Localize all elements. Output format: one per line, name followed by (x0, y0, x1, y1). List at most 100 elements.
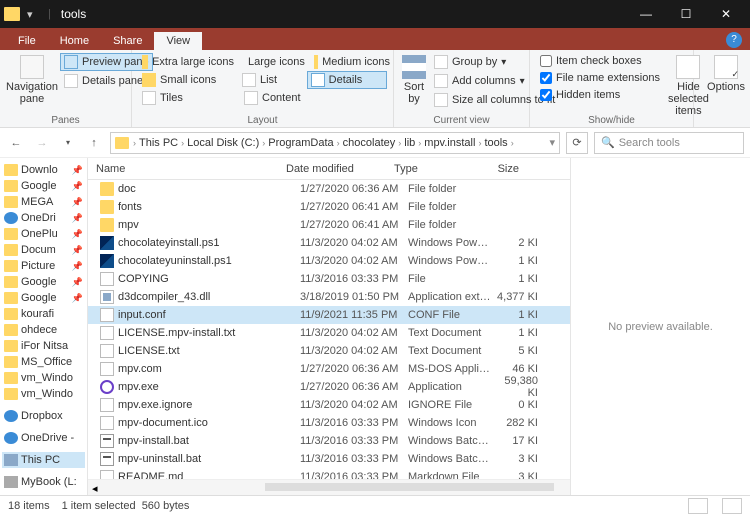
layout-tiles[interactable]: Tiles (138, 89, 238, 107)
file-row[interactable]: mpv-document.ico 11/3/2016 03:33 PM Wind… (88, 414, 570, 432)
layout-content[interactable]: Content (240, 89, 308, 107)
tree-node[interactable]: kourafi (2, 306, 85, 322)
maximize-button[interactable]: ☐ (666, 0, 706, 28)
file-row[interactable]: doc 1/27/2020 06:36 AM File folder (88, 180, 570, 198)
breadcrumb-segment[interactable]: Local Disk (C:)› (187, 137, 265, 149)
options-button[interactable]: ✓ Options (700, 53, 750, 95)
breadcrumb-segment[interactable]: This PC› (139, 137, 184, 149)
tree-node[interactable]: vm_Windo (2, 370, 85, 386)
tree-node[interactable]: OneDrive - (2, 430, 85, 446)
address-bar[interactable]: › This PC›Local Disk (C:)›ProgramData›ch… (110, 132, 560, 154)
file-row[interactable]: LICENSE.txt 11/3/2020 04:02 AM Text Docu… (88, 342, 570, 360)
file-row[interactable]: fonts 1/27/2020 06:41 AM File folder (88, 198, 570, 216)
hidden-items-toggle[interactable]: Hidden items (536, 87, 664, 103)
navigation-pane-button[interactable]: Navigation pane (6, 53, 58, 107)
tree-node[interactable]: MS_Office (2, 354, 85, 370)
file-row[interactable]: mpv-uninstall.bat 11/3/2016 03:33 PM Win… (88, 450, 570, 468)
up-button[interactable]: ↑ (84, 133, 104, 153)
tree-node[interactable]: Downlo📌 (2, 162, 85, 178)
search-input[interactable]: 🔍 Search tools (594, 132, 744, 154)
file-row[interactable]: mpv-install.bat 11/3/2016 03:33 PM Windo… (88, 432, 570, 450)
search-icon: 🔍 (601, 136, 615, 149)
file-row[interactable]: LICENSE.mpv-install.txt 11/3/2020 04:02 … (88, 324, 570, 342)
refresh-button[interactable]: ⟳ (566, 132, 588, 154)
tab-file[interactable]: File (6, 32, 48, 50)
tree-node[interactable]: OnePlu📌 (2, 226, 85, 242)
tree-node[interactable]: iFor Nitsa (2, 338, 85, 354)
breadcrumb-segment[interactable]: ProgramData› (268, 137, 339, 149)
address-dropdown[interactable]: ▾ (549, 136, 555, 149)
tree-node[interactable]: Google📌 (2, 178, 85, 194)
thumbnails-view-button[interactable] (722, 498, 742, 514)
file-type: File folder (400, 219, 492, 231)
pin-icon: 📌 (72, 245, 83, 256)
file-extensions-toggle[interactable]: File name extensions (536, 70, 664, 86)
ribbon-tabs: File Home Share View ? (0, 28, 750, 50)
breadcrumb-segment[interactable]: mpv.install› (424, 137, 481, 149)
qat-item[interactable]: ▾ (27, 8, 39, 20)
file-size: 1 KI (492, 327, 542, 339)
scroll-left-icon[interactable]: ◂ (92, 482, 102, 492)
col-name[interactable]: Name (88, 163, 278, 175)
file-row[interactable]: chocolateyinstall.ps1 11/3/2020 04:02 AM… (88, 234, 570, 252)
tab-home[interactable]: Home (48, 32, 101, 50)
file-row[interactable]: mpv 1/27/2020 06:41 AM File folder (88, 216, 570, 234)
file-type: File folder (400, 201, 492, 213)
file-date: 1/27/2020 06:36 AM (292, 363, 400, 375)
layout-details[interactable]: Details (307, 71, 387, 89)
tree-node[interactable]: Picture📌 (2, 258, 85, 274)
folder-icon (4, 340, 18, 352)
close-button[interactable]: ✕ (706, 0, 746, 28)
dropbox-icon (4, 410, 18, 422)
file-row[interactable]: COPYING 11/3/2016 03:33 PM File 1 KI (88, 270, 570, 288)
tab-share[interactable]: Share (101, 32, 154, 50)
tree-node[interactable]: Dropbox (2, 408, 85, 424)
layout-medium[interactable]: Medium icons (310, 53, 394, 71)
help-icon[interactable]: ? (726, 32, 742, 48)
tree-node[interactable]: Google📌 (2, 274, 85, 290)
file-row[interactable]: mpv.exe 1/27/2020 06:36 AM Application 5… (88, 378, 570, 396)
file-row[interactable]: chocolateyuninstall.ps1 11/3/2020 04:02 … (88, 252, 570, 270)
tree-node[interactable]: OneDri📌 (2, 210, 85, 226)
file-name: chocolateyuninstall.ps1 (118, 255, 292, 267)
file-size: 1 KI (492, 309, 542, 321)
details-view-button[interactable] (688, 498, 708, 514)
file-row[interactable]: README.md 11/3/2016 03:33 PM Markdown Fi… (88, 468, 570, 479)
minimize-button[interactable]: — (626, 0, 666, 28)
layout-extra-large[interactable]: Extra large icons (138, 53, 238, 71)
file-date: 11/3/2016 03:33 PM (292, 471, 400, 479)
tree-node[interactable]: Google📌 (2, 290, 85, 306)
col-date[interactable]: Date modified (278, 163, 386, 175)
tree-node[interactable]: ohdece (2, 322, 85, 338)
breadcrumb-segment[interactable]: chocolatey› (343, 137, 402, 149)
file-row[interactable]: mpv.exe.ignore 11/3/2020 04:02 AM IGNORE… (88, 396, 570, 414)
layout-list[interactable]: List (238, 71, 305, 89)
tab-view[interactable]: View (154, 32, 202, 50)
breadcrumb-segment[interactable]: tools› (484, 137, 513, 149)
layout-small[interactable]: Small icons (138, 71, 236, 89)
folder-icon (100, 218, 114, 232)
file-row[interactable]: d3dcompiler_43.dll 3/18/2019 01:50 PM Ap… (88, 288, 570, 306)
sort-by-button[interactable]: Sort by (400, 53, 428, 109)
back-button[interactable]: ← (6, 133, 26, 153)
col-type[interactable]: Type (386, 163, 478, 175)
tree-node[interactable]: MyBook (L: (2, 474, 85, 490)
breadcrumb-segment[interactable]: lib› (404, 137, 421, 149)
layout-large[interactable]: Large icons (240, 53, 308, 71)
file-row[interactable]: input.conf 11/9/2021 11:35 PM CONF File … (88, 306, 570, 324)
nav-tree[interactable]: Downlo📌Google📌MEGA📌OneDri📌OnePlu📌Docum📌P… (0, 158, 88, 495)
item-checkboxes-toggle[interactable]: Item check boxes (536, 53, 664, 69)
file-name: README.md (118, 471, 292, 479)
forward-button[interactable]: → (32, 133, 52, 153)
tree-node[interactable]: vm_Windo (2, 386, 85, 402)
file-type: IGNORE File (400, 399, 492, 411)
h-scrollbar[interactable]: ◂ (88, 479, 570, 495)
recent-dropdown[interactable]: ▾ (58, 133, 78, 153)
tree-node[interactable]: This PC (2, 452, 85, 468)
col-size[interactable]: Size (478, 163, 528, 175)
tree-node[interactable]: Docum📌 (2, 242, 85, 258)
file-date: 11/3/2020 04:02 AM (292, 345, 400, 357)
file-list[interactable]: doc 1/27/2020 06:36 AM File folder fonts… (88, 180, 570, 479)
file-name: mpv.com (118, 363, 292, 375)
tree-node[interactable]: MEGA📌 (2, 194, 85, 210)
